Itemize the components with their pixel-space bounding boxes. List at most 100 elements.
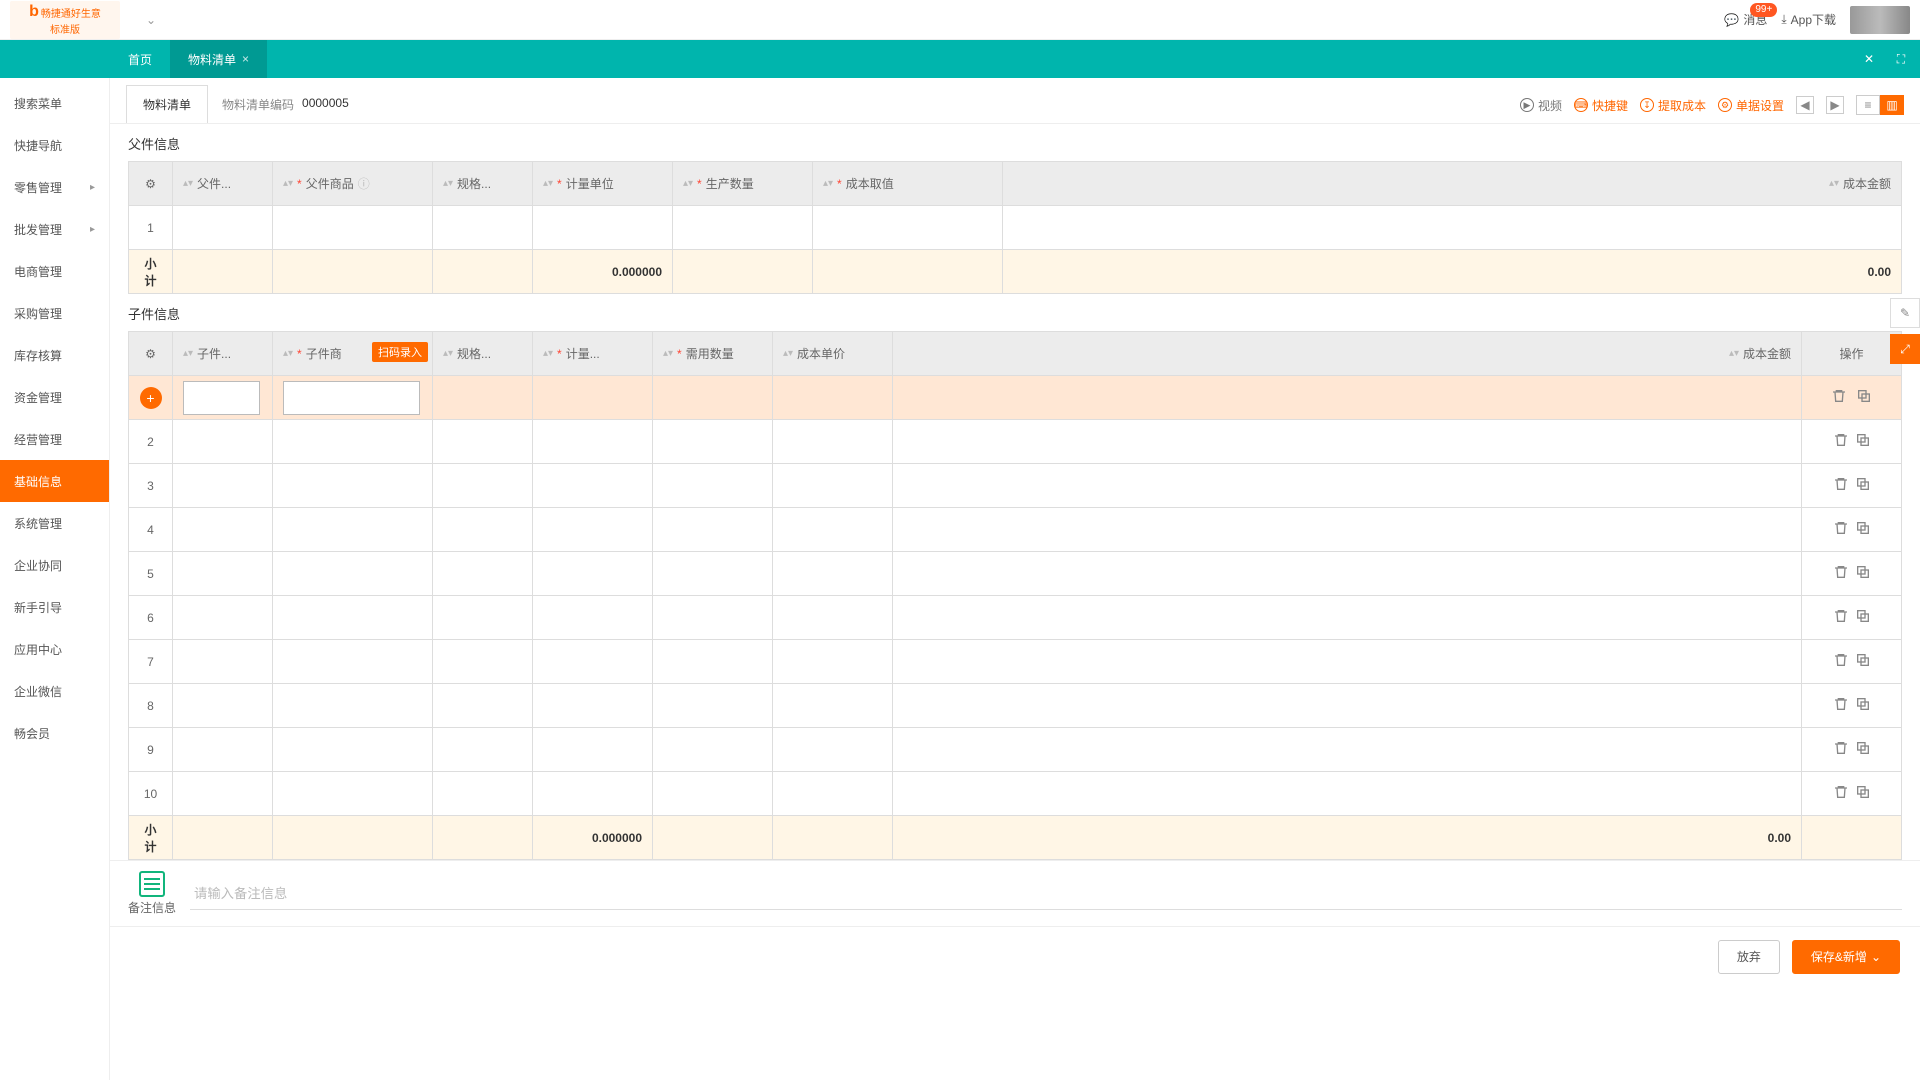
child-col-unit[interactable]: ▴▾*计量... xyxy=(533,332,653,376)
cell[interactable] xyxy=(1003,206,1902,250)
sidebar-item-retail[interactable]: 零售管理▸ xyxy=(0,166,109,208)
tab-home[interactable]: 首页 xyxy=(110,40,170,78)
copy-row-button[interactable] xyxy=(1855,696,1871,712)
copy-row-button[interactable] xyxy=(1855,564,1871,580)
prev-doc-button[interactable]: ◀ xyxy=(1796,96,1814,114)
delete-row-button[interactable] xyxy=(1833,608,1849,624)
sidebar-item-wholesale[interactable]: 批发管理▸ xyxy=(0,208,109,250)
parent-col-unit[interactable]: ▴▾*计量单位 xyxy=(533,162,673,206)
discard-button[interactable]: 放弃 xyxy=(1718,940,1780,974)
cell[interactable] xyxy=(653,376,773,420)
sidebar-item-member[interactable]: 畅会员 xyxy=(0,712,109,754)
tab-bom[interactable]: 物料清单 × xyxy=(170,40,267,78)
parent-col-qty[interactable]: ▴▾*生产数量 xyxy=(673,162,813,206)
child-product-input[interactable] xyxy=(283,381,420,415)
child-col-spec[interactable]: ▴▾规格... xyxy=(433,332,533,376)
fullscreen-button[interactable]: ⛶ xyxy=(1888,46,1914,72)
company-selector[interactable]: ⌄ xyxy=(140,13,156,27)
parent-col-costsrc[interactable]: ▴▾*成本取值 xyxy=(813,162,1003,206)
copy-row-button[interactable] xyxy=(1855,520,1871,536)
cell[interactable] xyxy=(433,206,533,250)
sidebar-item-inventory[interactable]: 库存核算 xyxy=(0,334,109,376)
child-row[interactable]: 10 xyxy=(129,772,1902,816)
child-code-input[interactable] xyxy=(183,381,260,415)
save-add-button[interactable]: 保存&新增⌄ xyxy=(1792,940,1900,974)
tool-hotkey[interactable]: ⌨快捷键 xyxy=(1574,97,1628,114)
messages-button[interactable]: 💬 消息 99+ xyxy=(1724,11,1767,28)
delete-row-button[interactable] xyxy=(1833,652,1849,668)
child-row[interactable]: 7 xyxy=(129,640,1902,684)
delete-row-button[interactable] xyxy=(1833,520,1849,536)
copy-row-button[interactable] xyxy=(1855,432,1871,448)
sidebar-item-guide[interactable]: 新手引导 xyxy=(0,586,109,628)
child-row[interactable]: 3 xyxy=(129,464,1902,508)
child-col-code[interactable]: ▴▾子件... xyxy=(173,332,273,376)
child-col-unitcost[interactable]: ▴▾成本单价 xyxy=(773,332,893,376)
view-form-button[interactable]: ▥ xyxy=(1880,95,1904,115)
cell[interactable] xyxy=(533,376,653,420)
cell[interactable] xyxy=(773,376,893,420)
cell[interactable] xyxy=(533,206,673,250)
rail-edit-button[interactable]: ✎ xyxy=(1890,298,1920,328)
sidebar-item-system[interactable]: 系统管理 xyxy=(0,502,109,544)
remark-input[interactable] xyxy=(190,878,1902,910)
tab-close-all-button[interactable]: ✕ xyxy=(1856,46,1882,72)
sidebar-item-finance[interactable]: 资金管理 xyxy=(0,376,109,418)
delete-row-button[interactable] xyxy=(1833,476,1849,492)
copy-row-button[interactable] xyxy=(1855,652,1871,668)
parent-col-amount[interactable]: ▴▾成本金额 xyxy=(1003,162,1902,206)
delete-row-button[interactable] xyxy=(1833,432,1849,448)
tool-video[interactable]: ▶视频 xyxy=(1520,97,1562,114)
sidebar-item-search[interactable]: 搜索菜单 xyxy=(0,82,109,124)
child-row[interactable]: 9 xyxy=(129,728,1902,772)
cell[interactable] xyxy=(433,376,533,420)
child-row[interactable]: 5 xyxy=(129,552,1902,596)
tool-extract-cost[interactable]: ↧提取成本 xyxy=(1640,97,1706,114)
next-doc-button[interactable]: ▶ xyxy=(1826,96,1844,114)
rail-expand-button[interactable]: ⤢ xyxy=(1890,334,1920,364)
sidebar-item-wechat[interactable]: 企业微信 xyxy=(0,670,109,712)
cell[interactable] xyxy=(673,206,813,250)
child-row[interactable]: 8 xyxy=(129,684,1902,728)
sidebar-item-operation[interactable]: 经营管理 xyxy=(0,418,109,460)
child-row[interactable]: 2 xyxy=(129,420,1902,464)
cell[interactable] xyxy=(893,376,1802,420)
scan-entry-button[interactable]: 扫码录入 xyxy=(372,342,428,362)
close-icon[interactable]: × xyxy=(242,52,249,66)
cell[interactable] xyxy=(813,206,1003,250)
sidebar-item-quicknav[interactable]: 快捷导航 xyxy=(0,124,109,166)
sidebar-item-collab[interactable]: 企业协同 xyxy=(0,544,109,586)
parent-col-code[interactable]: ▴▾父件... xyxy=(173,162,273,206)
parent-col-spec[interactable]: ▴▾规格... xyxy=(433,162,533,206)
copy-row-button[interactable] xyxy=(1855,608,1871,624)
doc-tab-bom[interactable]: 物料清单 xyxy=(126,85,208,123)
child-col-amount[interactable]: ▴▾成本金额 xyxy=(893,332,1802,376)
tool-doc-setting[interactable]: ⚙单据设置 xyxy=(1718,97,1784,114)
sidebar-item-basicinfo[interactable]: 基础信息 xyxy=(0,460,109,502)
child-row[interactable]: 6 xyxy=(129,596,1902,640)
parent-col-product[interactable]: ▴▾*父件商品ⓘ xyxy=(273,162,433,206)
app-download-button[interactable]: ⤓ App下载 xyxy=(1781,11,1836,28)
child-row[interactable]: 4 xyxy=(129,508,1902,552)
view-list-button[interactable]: ≡ xyxy=(1856,95,1880,115)
add-row-button[interactable]: + xyxy=(140,387,162,409)
delete-row-button[interactable] xyxy=(1831,388,1847,404)
delete-row-button[interactable] xyxy=(1833,784,1849,800)
sidebar-item-appcenter[interactable]: 应用中心 xyxy=(0,628,109,670)
parent-row[interactable]: 1 xyxy=(129,206,1902,250)
delete-row-button[interactable] xyxy=(1833,564,1849,580)
copy-row-button[interactable] xyxy=(1856,388,1872,404)
child-col-product[interactable]: ▴▾*子件商扫码录入 xyxy=(273,332,433,376)
cell[interactable] xyxy=(273,206,433,250)
copy-row-button[interactable] xyxy=(1855,476,1871,492)
avatar[interactable] xyxy=(1850,6,1910,34)
sidebar-item-purchase[interactable]: 采购管理 xyxy=(0,292,109,334)
cell[interactable] xyxy=(173,206,273,250)
child-col-gear[interactable]: ⚙ xyxy=(129,332,173,376)
copy-row-button[interactable] xyxy=(1855,784,1871,800)
delete-row-button[interactable] xyxy=(1833,740,1849,756)
delete-row-button[interactable] xyxy=(1833,696,1849,712)
parent-col-gear[interactable]: ⚙ xyxy=(129,162,173,206)
sidebar-item-ecommerce[interactable]: 电商管理 xyxy=(0,250,109,292)
copy-row-button[interactable] xyxy=(1855,740,1871,756)
